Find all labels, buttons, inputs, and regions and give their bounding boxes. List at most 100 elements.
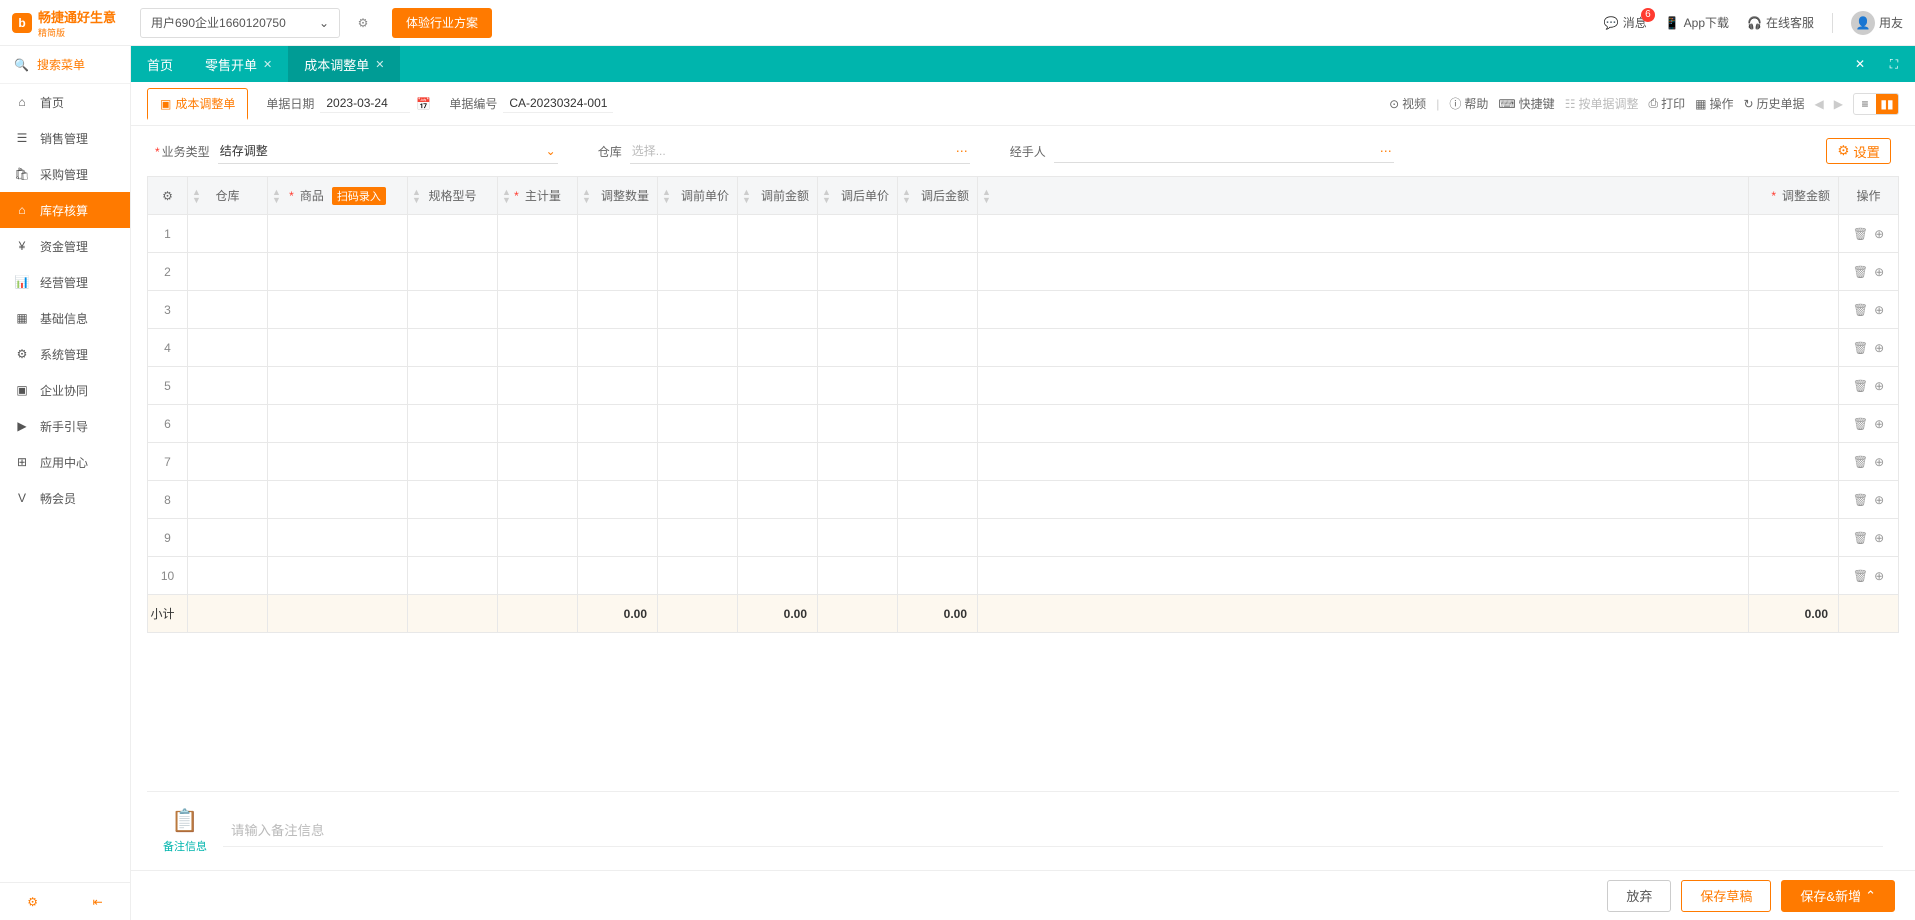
delete-icon[interactable]: 🗑 bbox=[1853, 227, 1868, 241]
col-warehouse[interactable]: ▲▼仓库 bbox=[188, 177, 268, 215]
nav-item-5[interactable]: 📊经营管理 bbox=[0, 264, 130, 300]
cell[interactable] bbox=[578, 443, 658, 481]
col-mainqty[interactable]: ▲▼*主计量 bbox=[498, 177, 578, 215]
cell[interactable] bbox=[1749, 329, 1839, 367]
cell[interactable] bbox=[578, 253, 658, 291]
delete-icon[interactable]: 🗑 bbox=[1853, 531, 1868, 545]
add-icon[interactable]: ⊕ bbox=[1874, 379, 1884, 393]
cell[interactable] bbox=[738, 481, 818, 519]
cell[interactable] bbox=[978, 405, 1749, 443]
add-icon[interactable]: ⊕ bbox=[1874, 569, 1884, 583]
cell[interactable] bbox=[408, 519, 498, 557]
cell[interactable] bbox=[818, 215, 898, 253]
cell[interactable] bbox=[188, 443, 268, 481]
cell[interactable] bbox=[188, 557, 268, 595]
cell[interactable] bbox=[978, 443, 1749, 481]
notes-input[interactable] bbox=[223, 815, 1883, 847]
col-adjqty[interactable]: ▲▼调整数量 bbox=[578, 177, 658, 215]
table-row[interactable]: 9🗑⊕ bbox=[148, 519, 1899, 557]
cell[interactable] bbox=[818, 557, 898, 595]
print-link[interactable]: ⎙打印 bbox=[1648, 95, 1685, 112]
operate-link[interactable]: ▦操作 bbox=[1695, 95, 1733, 112]
cell[interactable] bbox=[818, 519, 898, 557]
nav-item-2[interactable]: 🛍采购管理 bbox=[0, 156, 130, 192]
cell[interactable] bbox=[978, 557, 1749, 595]
add-icon[interactable]: ⊕ bbox=[1874, 493, 1884, 507]
cell[interactable] bbox=[898, 215, 978, 253]
view-detail[interactable]: ▮▮ bbox=[1876, 94, 1898, 114]
cell[interactable] bbox=[818, 291, 898, 329]
cell[interactable] bbox=[738, 405, 818, 443]
cell[interactable] bbox=[818, 367, 898, 405]
cell[interactable] bbox=[578, 291, 658, 329]
cell[interactable] bbox=[268, 557, 408, 595]
nav-item-9[interactable]: ▶新手引导 bbox=[0, 408, 130, 444]
col-product[interactable]: ▲▼*商品扫码录入 bbox=[268, 177, 408, 215]
cell[interactable] bbox=[498, 329, 578, 367]
cell[interactable] bbox=[898, 519, 978, 557]
cell[interactable] bbox=[658, 253, 738, 291]
cell[interactable] bbox=[188, 481, 268, 519]
nav-item-10[interactable]: ⊞应用中心 bbox=[0, 444, 130, 480]
service-link[interactable]: 🎧 在线客服 bbox=[1747, 14, 1814, 31]
settings-button[interactable]: ⚙ 设置 bbox=[1826, 138, 1891, 164]
collapse-icon[interactable]: ⇤ bbox=[93, 895, 103, 909]
add-icon[interactable]: ⊕ bbox=[1874, 341, 1884, 355]
cell[interactable] bbox=[978, 329, 1749, 367]
delete-icon[interactable]: 🗑 bbox=[1853, 417, 1868, 431]
cell[interactable] bbox=[268, 367, 408, 405]
delete-icon[interactable]: 🗑 bbox=[1853, 569, 1868, 583]
cell[interactable] bbox=[658, 519, 738, 557]
add-icon[interactable]: ⊕ bbox=[1874, 265, 1884, 279]
messages-link[interactable]: 💬 消息 6 bbox=[1604, 14, 1647, 31]
cell[interactable] bbox=[188, 215, 268, 253]
cell[interactable] bbox=[1749, 519, 1839, 557]
cell[interactable] bbox=[578, 519, 658, 557]
cell[interactable] bbox=[738, 215, 818, 253]
col-postprice[interactable]: ▲▼调后单价 bbox=[818, 177, 898, 215]
cell[interactable] bbox=[898, 367, 978, 405]
col-gear[interactable]: ⚙ bbox=[148, 177, 188, 215]
cell[interactable] bbox=[268, 405, 408, 443]
cell[interactable] bbox=[738, 519, 818, 557]
cell[interactable] bbox=[188, 329, 268, 367]
cell[interactable] bbox=[898, 443, 978, 481]
tab-close[interactable]: ✕ bbox=[375, 58, 384, 71]
col-postamount[interactable]: ▲▼调后金额 bbox=[898, 177, 978, 215]
delete-icon[interactable]: 🗑 bbox=[1853, 265, 1868, 279]
cell[interactable] bbox=[408, 329, 498, 367]
cell[interactable] bbox=[818, 481, 898, 519]
cell[interactable] bbox=[978, 253, 1749, 291]
nav-item-1[interactable]: ☰销售管理 bbox=[0, 120, 130, 156]
tab-1[interactable]: 零售开单✕ bbox=[189, 46, 288, 82]
nav-item-0[interactable]: ⌂首页 bbox=[0, 84, 130, 120]
gear-icon[interactable]: ⚙ bbox=[27, 895, 38, 909]
download-link[interactable]: 📱 App下载 bbox=[1665, 14, 1729, 31]
table-row[interactable]: 3🗑⊕ bbox=[148, 291, 1899, 329]
biz-type-select[interactable]: 结存调整 ⌄ bbox=[218, 138, 558, 164]
cell[interactable] bbox=[1749, 215, 1839, 253]
trial-button[interactable]: 体验行业方案 bbox=[392, 8, 492, 38]
cell[interactable] bbox=[188, 291, 268, 329]
cell[interactable] bbox=[408, 291, 498, 329]
add-icon[interactable]: ⊕ bbox=[1874, 417, 1884, 431]
cell[interactable] bbox=[818, 405, 898, 443]
next-icon[interactable]: ▶ bbox=[1834, 97, 1843, 111]
cell[interactable] bbox=[268, 291, 408, 329]
tenant-select[interactable]: 用户690企业1660120750 ⌄ bbox=[140, 8, 340, 38]
cell[interactable] bbox=[408, 367, 498, 405]
cell[interactable] bbox=[498, 519, 578, 557]
add-icon[interactable]: ⊕ bbox=[1874, 303, 1884, 317]
cell[interactable] bbox=[578, 215, 658, 253]
save-new-button[interactable]: 保存&新增 ⌃ bbox=[1781, 880, 1895, 912]
add-icon[interactable]: ⊕ bbox=[1874, 227, 1884, 241]
video-link[interactable]: ⊙视频 bbox=[1389, 95, 1426, 112]
discard-button[interactable]: 放弃 bbox=[1607, 880, 1671, 912]
calendar-icon[interactable]: 📅 bbox=[416, 97, 431, 111]
history-link[interactable]: ↻历史单据 bbox=[1743, 95, 1804, 112]
cell[interactable] bbox=[898, 291, 978, 329]
cell[interactable] bbox=[408, 443, 498, 481]
cell[interactable] bbox=[1749, 291, 1839, 329]
cell[interactable] bbox=[408, 253, 498, 291]
cell[interactable] bbox=[658, 405, 738, 443]
